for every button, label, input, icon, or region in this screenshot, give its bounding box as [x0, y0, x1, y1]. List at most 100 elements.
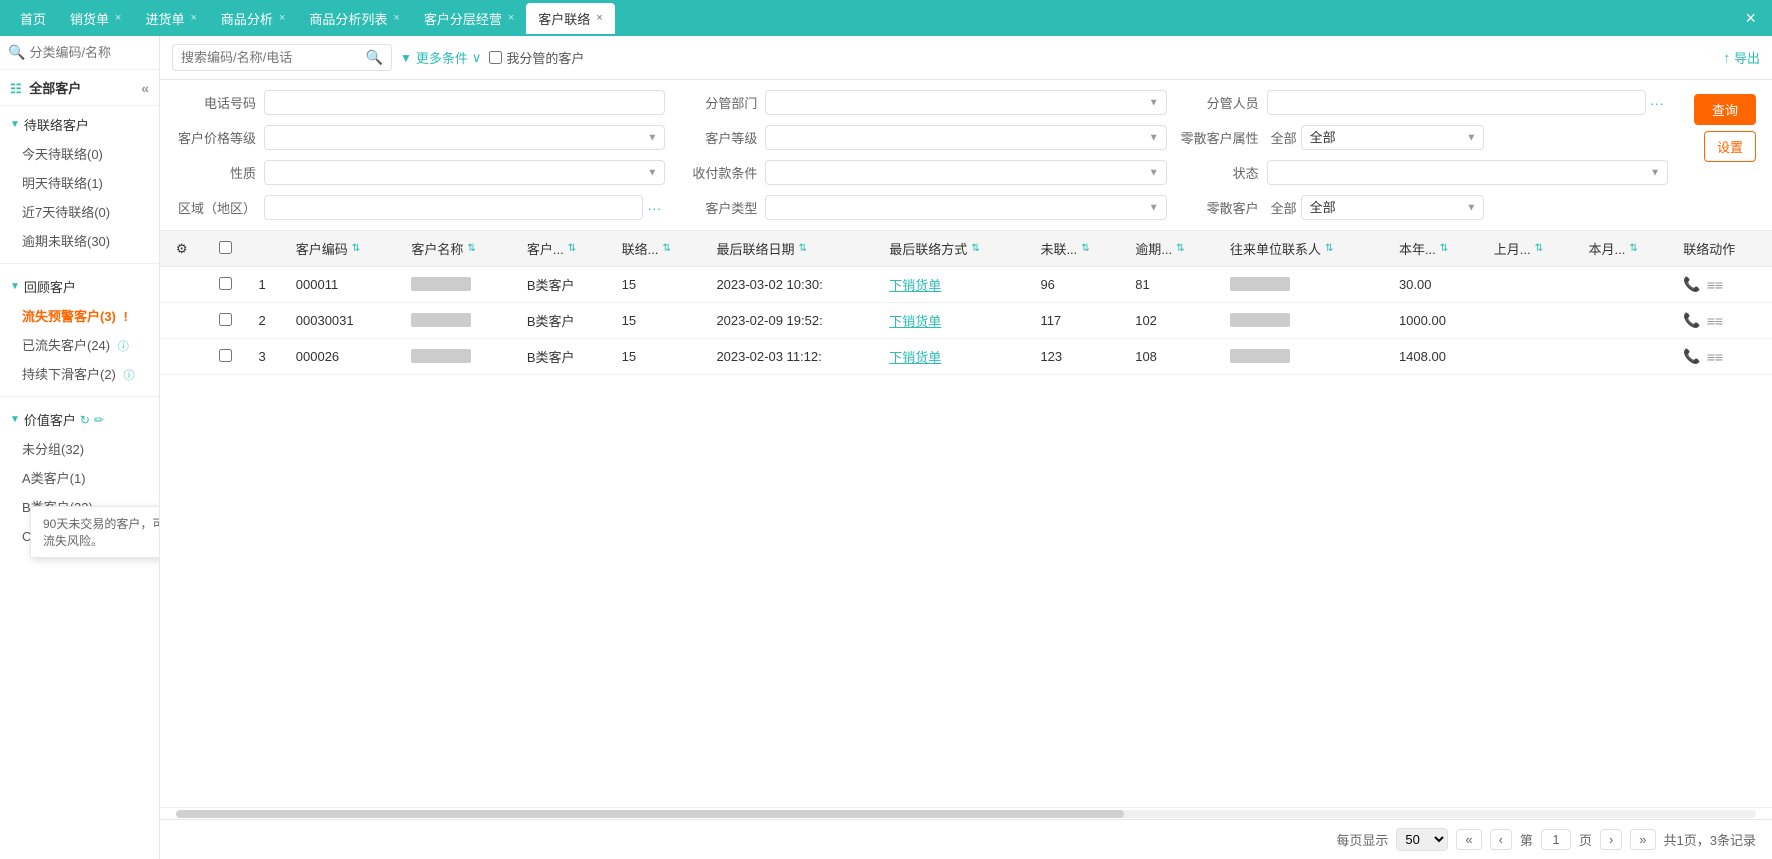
sidebar-item-churned[interactable]: 已流失客户(24) ⓘ	[0, 330, 159, 359]
last-page-button[interactable]: »	[1630, 829, 1655, 850]
row-check-cell[interactable]	[203, 267, 248, 303]
nature-select[interactable]	[264, 160, 665, 185]
phone-input[interactable]	[264, 90, 665, 115]
sidebar-section-title-value[interactable]: ▼ 价值客户 ↻ ✏	[0, 405, 159, 434]
close-tab-analysis[interactable]: ×	[279, 12, 285, 24]
action-contact-icon[interactable]: 📞	[1683, 312, 1700, 329]
filter-export-button[interactable]: ↑ 导出	[1723, 48, 1760, 67]
query-button[interactable]: 查询	[1694, 94, 1756, 125]
sort-icon-company-contact[interactable]: ⇅	[1325, 243, 1333, 254]
tab-customer-link[interactable]: 客户联络 ×	[526, 3, 614, 34]
gear-icon[interactable]: ⚙	[176, 241, 188, 256]
row-last-date: 2023-02-03 11:12:	[706, 339, 879, 375]
last-method-link[interactable]: 下销货单	[889, 278, 941, 293]
filter-search-input[interactable]	[181, 50, 366, 65]
arrow-down-icon: ▼	[10, 119, 20, 130]
col-check[interactable]	[203, 231, 248, 267]
tab-analysis-list[interactable]: 商品分析列表 ×	[297, 3, 411, 34]
customer-type-select[interactable]	[765, 195, 1166, 220]
close-tab-customer-link[interactable]: ×	[596, 12, 602, 24]
action-contact-icon[interactable]: 📞	[1683, 276, 1700, 293]
action-contact-icon[interactable]: 📞	[1683, 348, 1700, 365]
filter-search-icon[interactable]: 🔍	[366, 49, 383, 66]
payment-select[interactable]	[765, 160, 1166, 185]
scrollbar-track[interactable]	[176, 810, 1756, 818]
row-type: B类客户	[517, 339, 612, 375]
tab-purchase[interactable]: 进货单 ×	[133, 3, 208, 34]
per-page-select[interactable]: 50 100 200	[1396, 828, 1448, 851]
my-customers-checkbox[interactable]	[489, 51, 502, 64]
horizontal-scrollbar[interactable]	[160, 807, 1772, 819]
row-checkbox[interactable]	[219, 349, 232, 362]
action-more-icon[interactable]: ≡≡	[1707, 349, 1723, 365]
edit-icon-value[interactable]: ✏	[94, 413, 104, 427]
col-gear[interactable]: ⚙	[160, 231, 203, 267]
tab-sales[interactable]: 销货单 ×	[58, 3, 133, 34]
region-input[interactable]	[264, 195, 643, 220]
col-code-header: 客户编码 ⇅	[286, 231, 402, 267]
row-code: 000026	[286, 339, 402, 375]
sort-icon-type[interactable]: ⇅	[568, 243, 576, 254]
close-tab-purchase[interactable]: ×	[190, 12, 196, 24]
close-tab-analysis-list[interactable]: ×	[393, 12, 399, 24]
sort-icon-name[interactable]: ⇅	[467, 243, 475, 254]
row-checkbox[interactable]	[219, 313, 232, 326]
setting-button[interactable]: 设置	[1704, 131, 1756, 162]
row-this-month	[1579, 303, 1674, 339]
tab-customer-tier[interactable]: 客户分层经营 ×	[412, 3, 526, 34]
first-page-button[interactable]: «	[1456, 829, 1481, 850]
customer-level-select[interactable]	[765, 125, 1166, 150]
sidebar-item-today-contact[interactable]: 今天待联络(0)	[0, 139, 159, 168]
window-close-button[interactable]: ×	[1737, 8, 1764, 29]
status-select[interactable]	[1267, 160, 1668, 185]
action-more-icon[interactable]: ≡≡	[1707, 277, 1723, 293]
sidebar-section-title-review[interactable]: ▼ 回顾客户	[0, 272, 159, 301]
row-index: 3	[249, 339, 286, 375]
sidebar-item-churn-warning[interactable]: 流失预警客户(3) !	[0, 301, 159, 330]
sidebar-item-tomorrow-contact[interactable]: 明天待联络(1)	[0, 168, 159, 197]
row-checkbox[interactable]	[219, 277, 232, 290]
sort-icon-code[interactable]: ⇅	[352, 243, 360, 254]
last-method-link[interactable]: 下销货单	[889, 350, 941, 365]
sidebar-item-ungrouped[interactable]: 未分组(32)	[0, 434, 159, 463]
price-level-select[interactable]	[264, 125, 665, 150]
sidebar-collapse-button[interactable]: «	[141, 80, 149, 96]
last-method-link[interactable]: 下销货单	[889, 314, 941, 329]
manager-input[interactable]	[1267, 90, 1646, 115]
sort-icon-contact[interactable]: ⇅	[663, 243, 671, 254]
sort-icon-last-method[interactable]: ⇅	[971, 243, 979, 254]
region-ellipsis[interactable]: ···	[643, 200, 665, 216]
row-check-cell[interactable]	[203, 339, 248, 375]
sidebar-item-declining[interactable]: 持续下滑客户(2) ⓘ	[0, 359, 159, 388]
refresh-icon-value[interactable]: ↻	[80, 413, 90, 427]
tab-analysis[interactable]: 商品分析 ×	[209, 3, 297, 34]
retail-attr-select[interactable]: 全部	[1301, 125, 1485, 150]
close-tab-customer-tier[interactable]: ×	[508, 12, 514, 24]
select-all-checkbox[interactable]	[219, 241, 232, 254]
sidebar-search-input[interactable]	[29, 45, 151, 60]
dept-select[interactable]	[765, 90, 1166, 115]
sort-icon-this-month[interactable]: ⇅	[1629, 243, 1637, 254]
filter-my-customers[interactable]: 我分管的客户	[489, 48, 584, 67]
action-more-icon[interactable]: ≡≡	[1707, 313, 1723, 329]
scrollbar-thumb[interactable]	[176, 810, 1124, 818]
prev-page-button[interactable]: ‹	[1490, 829, 1512, 850]
sidebar-section-title-pending[interactable]: ▼ 待联络客户	[0, 110, 159, 139]
sidebar-item-type-a[interactable]: A类客户(1)	[0, 463, 159, 492]
next-page-button[interactable]: ›	[1600, 829, 1622, 850]
retail-customer-select[interactable]: 全部	[1301, 195, 1485, 220]
sidebar-item-overdue-contact[interactable]: 逾期未联络(30)	[0, 226, 159, 255]
sort-icon-last-month[interactable]: ⇅	[1535, 243, 1543, 254]
tab-home[interactable]: 首页	[8, 3, 58, 34]
close-tab-sales[interactable]: ×	[115, 12, 121, 24]
row-check-cell[interactable]	[203, 303, 248, 339]
data-table: ⚙ 客户编码 ⇅	[160, 231, 1772, 375]
filter-more-conditions[interactable]: ▼ 更多条件 ∨	[400, 48, 481, 67]
filter-field-nature: 性质 ▼	[176, 160, 665, 185]
sort-icon-overdue[interactable]: ⇅	[1176, 243, 1184, 254]
manager-ellipsis[interactable]: ···	[1646, 95, 1668, 111]
sort-icon-no-contact[interactable]: ⇅	[1081, 243, 1089, 254]
sort-icon-last-date[interactable]: ⇅	[798, 243, 806, 254]
sidebar-item-week-contact[interactable]: 近7天待联络(0)	[0, 197, 159, 226]
sort-icon-this-year[interactable]: ⇅	[1440, 243, 1448, 254]
